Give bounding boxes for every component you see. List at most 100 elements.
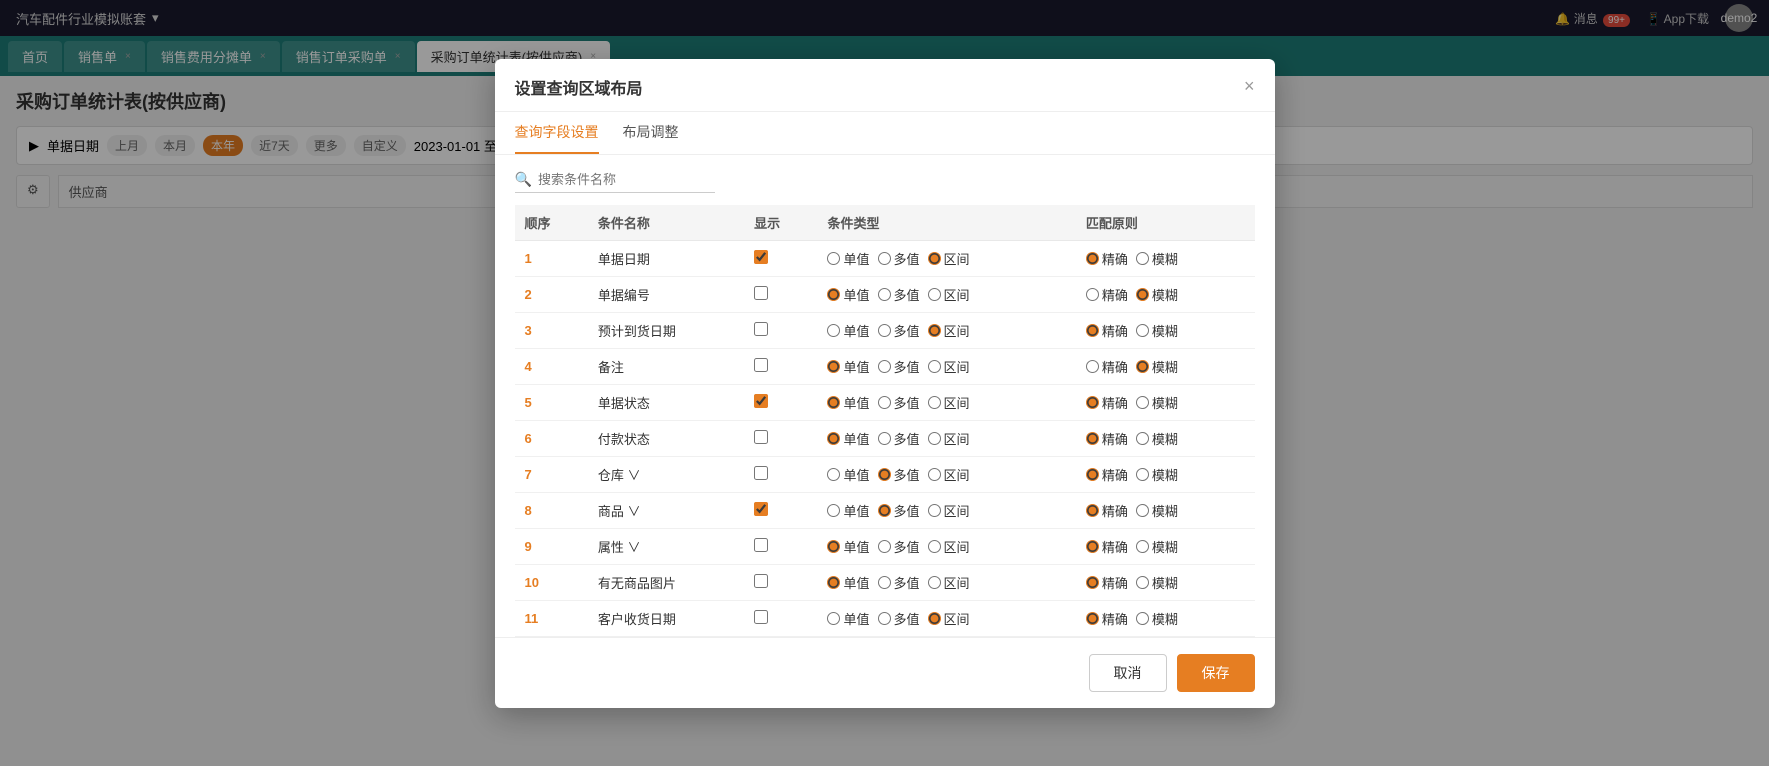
type-option-区间[interactable]: 区间 [928, 321, 970, 340]
match-option-精确[interactable]: 精确 [1086, 537, 1128, 556]
type-option-区间[interactable]: 区间 [928, 285, 970, 304]
cell-order: 3 [515, 312, 588, 348]
type-option-单值[interactable]: 单值 [827, 357, 869, 376]
cell-name: 有无商品图片 [588, 564, 744, 600]
type-option-区间[interactable]: 区间 [928, 357, 970, 376]
match-option-模糊[interactable]: 模糊 [1136, 573, 1178, 592]
table-row: 11客户收货日期 单值多值区间 精确模糊 [515, 600, 1255, 636]
type-option-区间[interactable]: 区间 [928, 393, 970, 412]
cell-match: 精确模糊 [1076, 492, 1255, 528]
table-row: 10有无商品图片单值多值区间精确模糊 [515, 564, 1255, 600]
dialog-body: 顺序 条件名称 显示 条件类型 匹配原则 1单据日期单值多值区间精确模糊2单据编… [495, 205, 1275, 637]
order-num: 7 [525, 467, 532, 482]
type-option-多值[interactable]: 多值 [878, 501, 920, 520]
show-checkbox[interactable] [754, 466, 768, 480]
type-option-区间[interactable]: 区间 [928, 465, 970, 484]
type-option-多值[interactable]: 多值 [878, 285, 920, 304]
show-checkbox[interactable] [754, 538, 768, 552]
match-option-精确[interactable]: 精确 [1086, 357, 1128, 376]
match-option-精确[interactable]: 精确 [1086, 573, 1128, 592]
type-option-单值[interactable]: 单值 [827, 573, 869, 592]
show-checkbox[interactable] [754, 358, 768, 372]
type-option-多值[interactable]: 多值 [878, 465, 920, 484]
match-option-精确[interactable]: 精确 [1086, 393, 1128, 412]
cancel-button[interactable]: 取消 [1089, 654, 1167, 692]
match-option-模糊[interactable]: 模糊 [1136, 429, 1178, 448]
show-checkbox[interactable] [754, 574, 768, 588]
match-option-精确[interactable]: 精确 [1086, 321, 1128, 340]
type-option-单值[interactable]: 单值 [827, 465, 869, 484]
dialog-search-bar: 🔍 [495, 155, 1275, 205]
match-option-模糊[interactable]: 模糊 [1136, 393, 1178, 412]
type-option-多值[interactable]: 多值 [878, 429, 920, 448]
order-num: 8 [525, 503, 532, 518]
tab-query-fields[interactable]: 查询字段设置 [515, 112, 599, 154]
cell-order: 11 [515, 600, 588, 636]
match-option-模糊[interactable]: 模糊 [1136, 321, 1178, 340]
type-option-单值[interactable]: 单值 [827, 321, 869, 340]
type-option-区间[interactable]: 区间 [928, 249, 970, 268]
show-checkbox[interactable] [754, 502, 768, 516]
order-num: 6 [525, 431, 532, 446]
match-option-模糊[interactable]: 模糊 [1136, 501, 1178, 520]
cell-order: 9 [515, 528, 588, 564]
show-checkbox[interactable] [754, 610, 768, 624]
cell-name: 客户收货日期 [588, 600, 744, 636]
col-header-show: 显示 [744, 205, 817, 241]
cell-match: 精确模糊 [1076, 276, 1255, 312]
match-option-精确[interactable]: 精确 [1086, 249, 1128, 268]
type-option-单值[interactable]: 单值 [827, 609, 869, 628]
type-option-单值[interactable]: 单值 [827, 537, 869, 556]
table-row: 4备注单值多值区间精确模糊 [515, 348, 1255, 384]
order-num: 3 [525, 323, 532, 338]
type-option-单值[interactable]: 单值 [827, 393, 869, 412]
table-row: 9属性 ∨单值多值区间精确模糊 [515, 528, 1255, 564]
type-option-区间[interactable]: 区间 [928, 537, 970, 556]
cell-type: 单值多值区间 [817, 564, 1075, 600]
show-checkbox[interactable] [754, 250, 768, 264]
type-option-多值[interactable]: 多值 [878, 537, 920, 556]
save-button[interactable]: 保存 [1177, 654, 1255, 692]
type-option-区间[interactable]: 区间 [928, 573, 970, 592]
match-option-模糊[interactable]: 模糊 [1136, 465, 1178, 484]
cell-show [744, 384, 817, 420]
type-option-多值[interactable]: 多值 [878, 609, 920, 628]
match-option-模糊[interactable]: 模糊 [1136, 357, 1178, 376]
cell-match: 精确模糊 [1076, 420, 1255, 456]
match-option-精确[interactable]: 精确 [1086, 285, 1128, 304]
type-option-区间[interactable]: 区间 [928, 609, 970, 628]
match-option-精确[interactable]: 精确 [1086, 465, 1128, 484]
match-option-模糊[interactable]: 模糊 [1136, 249, 1178, 268]
type-option-单值[interactable]: 单值 [827, 285, 869, 304]
cell-name: 单据编号 [588, 276, 744, 312]
show-checkbox[interactable] [754, 322, 768, 336]
search-input[interactable] [538, 172, 698, 187]
match-option-精确[interactable]: 精确 [1086, 501, 1128, 520]
type-option-多值[interactable]: 多值 [878, 357, 920, 376]
close-dialog-button[interactable]: × [1244, 76, 1255, 97]
cell-show [744, 276, 817, 312]
show-checkbox[interactable] [754, 430, 768, 444]
match-option-精确[interactable]: 精确 [1086, 609, 1128, 628]
type-option-多值[interactable]: 多值 [878, 393, 920, 412]
type-option-区间[interactable]: 区间 [928, 501, 970, 520]
match-option-模糊[interactable]: 模糊 [1136, 537, 1178, 556]
type-option-单值[interactable]: 单值 [827, 501, 869, 520]
table-row: 3预计到货日期单值多值区间精确模糊 [515, 312, 1255, 348]
table-row: 5单据状态单值多值区间精确模糊 [515, 384, 1255, 420]
table-row: 8商品 ∨单值多值区间精确模糊 [515, 492, 1255, 528]
type-option-多值[interactable]: 多值 [878, 573, 920, 592]
dialog-header: 设置查询区域布局 × [495, 59, 1275, 112]
tab-layout-adjust[interactable]: 布局调整 [623, 112, 679, 154]
type-option-单值[interactable]: 单值 [827, 249, 869, 268]
show-checkbox[interactable] [754, 286, 768, 300]
cell-show [744, 456, 817, 492]
type-option-单值[interactable]: 单值 [827, 429, 869, 448]
match-option-精确[interactable]: 精确 [1086, 429, 1128, 448]
match-option-模糊[interactable]: 模糊 [1136, 609, 1178, 628]
type-option-区间[interactable]: 区间 [928, 429, 970, 448]
type-option-多值[interactable]: 多值 [878, 249, 920, 268]
type-option-多值[interactable]: 多值 [878, 321, 920, 340]
match-option-模糊[interactable]: 模糊 [1136, 285, 1178, 304]
show-checkbox[interactable] [754, 394, 768, 408]
